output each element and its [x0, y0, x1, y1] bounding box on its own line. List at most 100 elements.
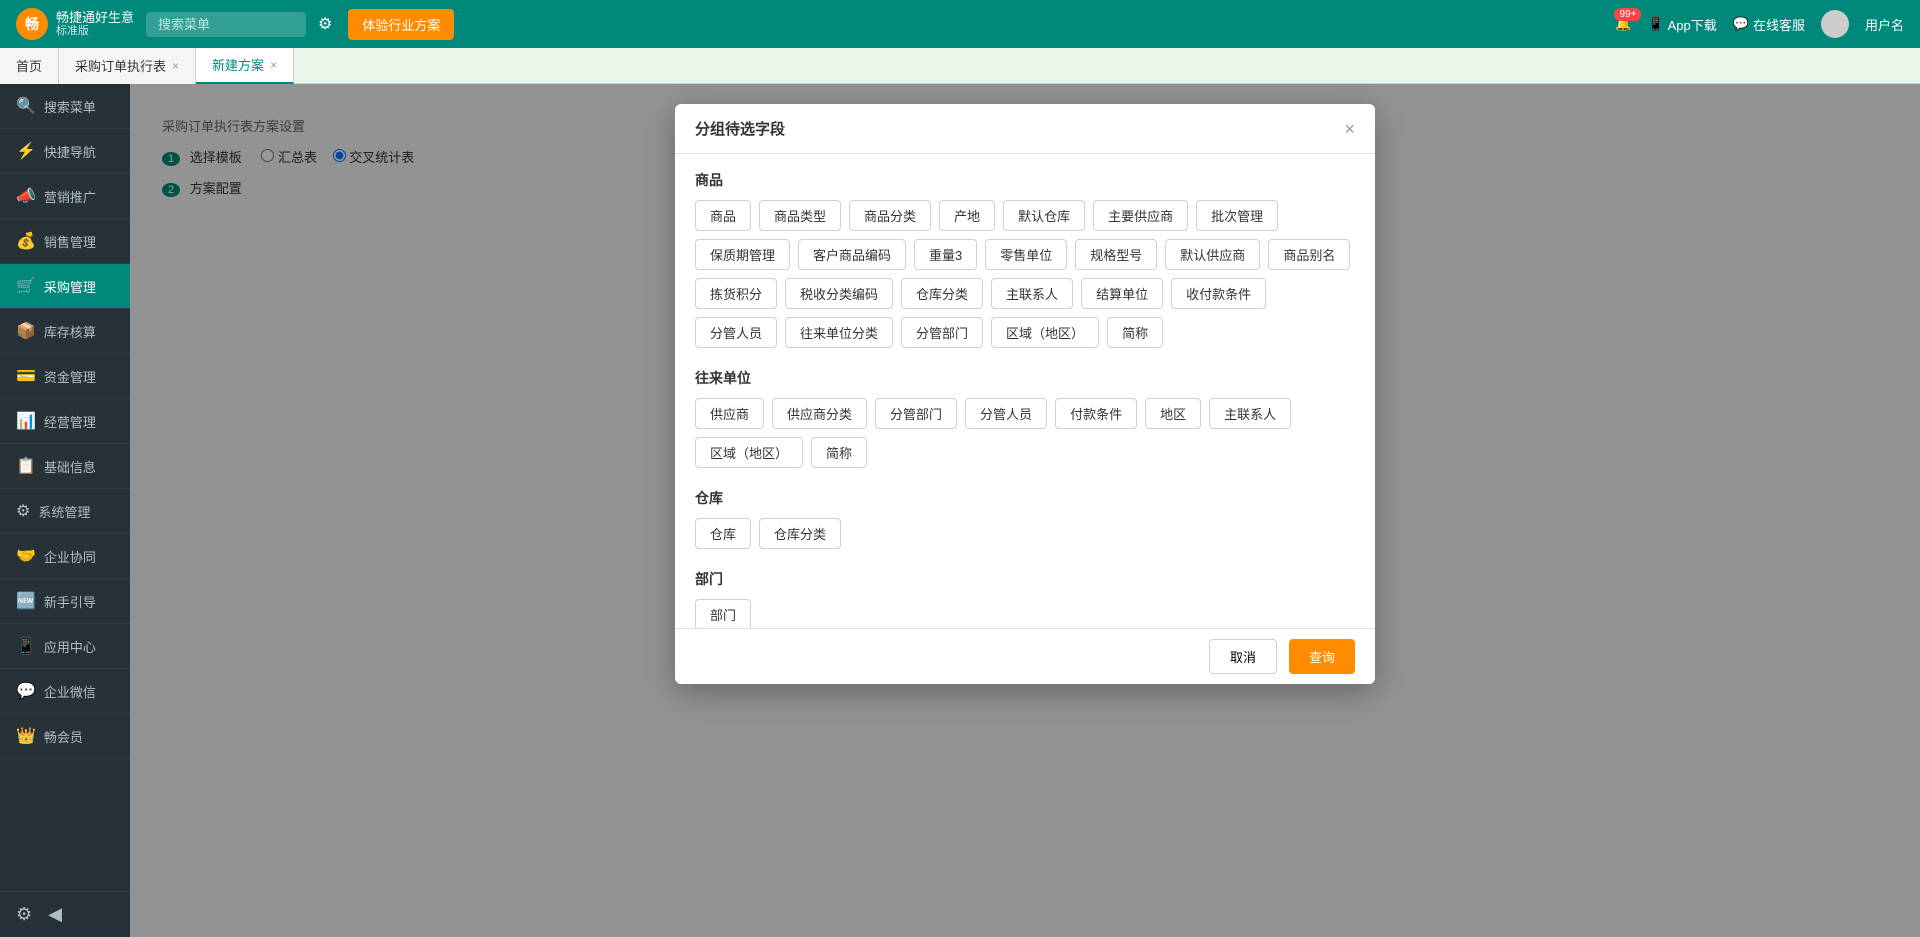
logo-area: 畅 畅捷通好生意 标准版: [16, 8, 146, 40]
field-chip-0-12[interactable]: 默认供应商: [1165, 239, 1260, 270]
sidebar-icon-9: ⚙: [16, 501, 30, 521]
field-chip-1-6[interactable]: 主联系人: [1209, 398, 1291, 429]
sidebar-label-10: 企业协同: [44, 547, 96, 566]
field-chip-0-7[interactable]: 保质期管理: [695, 239, 790, 270]
search-input[interactable]: [146, 12, 306, 37]
sidebar-item-1[interactable]: ⚡快捷导航: [0, 129, 130, 174]
field-chip-0-14[interactable]: 拣货积分: [695, 278, 777, 309]
field-chip-0-24[interactable]: 简称: [1107, 317, 1163, 348]
sidebar-label-14: 畅会员: [44, 727, 83, 746]
sidebar-label-2: 营销推广: [44, 187, 96, 206]
tab-purchase-close[interactable]: ×: [172, 59, 179, 73]
field-chip-1-1[interactable]: 供应商分类: [772, 398, 867, 429]
sidebar-item-5[interactable]: 📦库存核算: [0, 309, 130, 354]
sidebar-item-8[interactable]: 📋基础信息: [0, 444, 130, 489]
section-title-3: 部门: [695, 569, 1355, 589]
field-chip-3-0[interactable]: 部门: [695, 599, 751, 628]
field-chip-0-23[interactable]: 区域（地区）: [991, 317, 1099, 348]
sidebar-label-3: 销售管理: [44, 232, 96, 251]
sidebar-item-9[interactable]: ⚙ 系统管理: [0, 489, 130, 534]
sidebar-item-10[interactable]: 🤝企业协同: [0, 534, 130, 579]
sidebar-label-9: 系统管理: [38, 502, 90, 521]
field-chip-1-8[interactable]: 简称: [811, 437, 867, 468]
gear-button[interactable]: ⚙: [314, 10, 336, 38]
field-chip-2-0[interactable]: 仓库: [695, 518, 751, 549]
field-chip-0-0[interactable]: 商品: [695, 200, 751, 231]
field-chip-0-8[interactable]: 客户商品编码: [798, 239, 906, 270]
tab-purchase-list[interactable]: 采购订单执行表 ×: [59, 48, 196, 84]
field-chips-2: 仓库仓库分类: [695, 518, 1355, 549]
settings-icon[interactable]: ⚙: [16, 904, 32, 925]
field-chip-0-9[interactable]: 重量3: [914, 239, 977, 270]
field-chip-0-18[interactable]: 结算单位: [1081, 278, 1163, 309]
field-chip-0-20[interactable]: 分管人员: [695, 317, 777, 348]
field-chip-0-10[interactable]: 零售单位: [985, 239, 1067, 270]
field-chip-0-3[interactable]: 产地: [939, 200, 995, 231]
sidebar-item-14[interactable]: 👑畅会员: [0, 714, 130, 759]
sidebar-icon-4: 🛒: [16, 276, 36, 296]
cancel-button[interactable]: 取消: [1209, 639, 1277, 674]
sidebar-item-11[interactable]: 🆕新手引导: [0, 579, 130, 624]
sidebar-label-0: 搜索菜单: [44, 97, 96, 116]
field-chip-1-0[interactable]: 供应商: [695, 398, 764, 429]
sidebar-item-13[interactable]: 💬企业微信: [0, 669, 130, 714]
top-navigation: 畅 畅捷通好生意 标准版 ⚙ 体验行业方案 🔔 99+ 📱 App下载 💬 在线…: [0, 0, 1920, 48]
online-service-link[interactable]: 💬 在线客服: [1733, 15, 1805, 34]
field-chip-0-21[interactable]: 往来单位分类: [785, 317, 893, 348]
field-chip-0-19[interactable]: 收付款条件: [1171, 278, 1266, 309]
field-chips-0: 商品商品类型商品分类产地默认仓库主要供应商批次管理保质期管理客户商品编码重量3 零…: [695, 200, 1355, 348]
sidebar-icon-11: 🆕: [16, 591, 36, 611]
field-chip-1-2[interactable]: 分管部门: [875, 398, 957, 429]
field-chip-0-13[interactable]: 商品别名: [1268, 239, 1350, 270]
app-download-link[interactable]: 📱 App下载: [1647, 15, 1716, 34]
sidebar-item-12[interactable]: 📱应用中心: [0, 624, 130, 669]
notification-area[interactable]: 🔔 99+: [1615, 16, 1631, 32]
field-chip-0-6[interactable]: 批次管理: [1196, 200, 1278, 231]
sidebar-item-4[interactable]: 🛒 采购管理: [0, 264, 130, 309]
collapse-icon[interactable]: ◀: [48, 904, 62, 925]
modal-header: 分组待选字段 ×: [675, 104, 1375, 154]
tab-home[interactable]: 首页: [0, 48, 59, 84]
sidebar: 🔍搜索菜单⚡快捷导航📣营销推广💰销售管理 🛒 采购管理 📦库存核算💳资金管理📊经营管理…: [0, 84, 130, 937]
tab-new-plan-close[interactable]: ×: [270, 58, 277, 72]
avatar[interactable]: [1821, 10, 1849, 38]
main-layout: 🔍搜索菜单⚡快捷导航📣营销推广💰销售管理 🛒 采购管理 📦库存核算💳资金管理📊经营管理…: [0, 84, 1920, 937]
sidebar-label-4: 采购管理: [44, 277, 96, 296]
modal-close-button[interactable]: ×: [1344, 120, 1355, 138]
field-chip-0-5[interactable]: 主要供应商: [1093, 200, 1188, 231]
field-chip-0-4[interactable]: 默认仓库: [1003, 200, 1085, 231]
sidebar-item-6[interactable]: 💳资金管理: [0, 354, 130, 399]
field-chip-2-1[interactable]: 仓库分类: [759, 518, 841, 549]
section-title-1: 往来单位: [695, 368, 1355, 388]
field-chip-0-15[interactable]: 税收分类编码: [785, 278, 893, 309]
sidebar-item-7[interactable]: 📊经营管理: [0, 399, 130, 444]
confirm-button[interactable]: 查询: [1289, 639, 1355, 674]
modal-footer: 取消 查询: [675, 628, 1375, 684]
field-chip-1-7[interactable]: 区域（地区）: [695, 437, 803, 468]
field-chip-0-11[interactable]: 规格型号: [1075, 239, 1157, 270]
field-chip-1-3[interactable]: 分管人员: [965, 398, 1047, 429]
experience-button[interactable]: 体验行业方案: [348, 9, 454, 40]
field-chip-1-5[interactable]: 地区: [1145, 398, 1201, 429]
modal-body[interactable]: 商品商品商品类型商品分类产地默认仓库主要供应商批次管理保质期管理客户商品编码重量…: [675, 154, 1375, 628]
sidebar-label-12: 应用中心: [44, 637, 96, 656]
sidebar-item-0[interactable]: 🔍搜索菜单: [0, 84, 130, 129]
tab-new-plan[interactable]: 新建方案 ×: [196, 48, 294, 84]
notification-badge: 99+: [1614, 8, 1641, 21]
field-chip-0-1[interactable]: 商品类型: [759, 200, 841, 231]
sidebar-item-2[interactable]: 📣营销推广: [0, 174, 130, 219]
logo-icon: 畅: [16, 8, 48, 40]
modal-overlay: 分组待选字段 × 商品商品商品类型商品分类产地默认仓库主要供应商批次管理保质期管…: [130, 84, 1920, 937]
sidebar-item-3[interactable]: 💰销售管理: [0, 219, 130, 264]
field-section-0: 商品商品商品类型商品分类产地默认仓库主要供应商批次管理保质期管理客户商品编码重量…: [695, 170, 1355, 348]
field-chip-0-17[interactable]: 主联系人: [991, 278, 1073, 309]
field-chip-1-4[interactable]: 付款条件: [1055, 398, 1137, 429]
sidebar-icon-13: 💬: [16, 681, 36, 701]
field-chip-0-22[interactable]: 分管部门: [901, 317, 983, 348]
tab-new-plan-label: 新建方案: [212, 55, 264, 74]
sidebar-label-6: 资金管理: [44, 367, 96, 386]
section-title-0: 商品: [695, 170, 1355, 190]
field-chip-0-16[interactable]: 仓库分类: [901, 278, 983, 309]
field-chips-3: 部门: [695, 599, 1355, 628]
field-chip-0-2[interactable]: 商品分类: [849, 200, 931, 231]
